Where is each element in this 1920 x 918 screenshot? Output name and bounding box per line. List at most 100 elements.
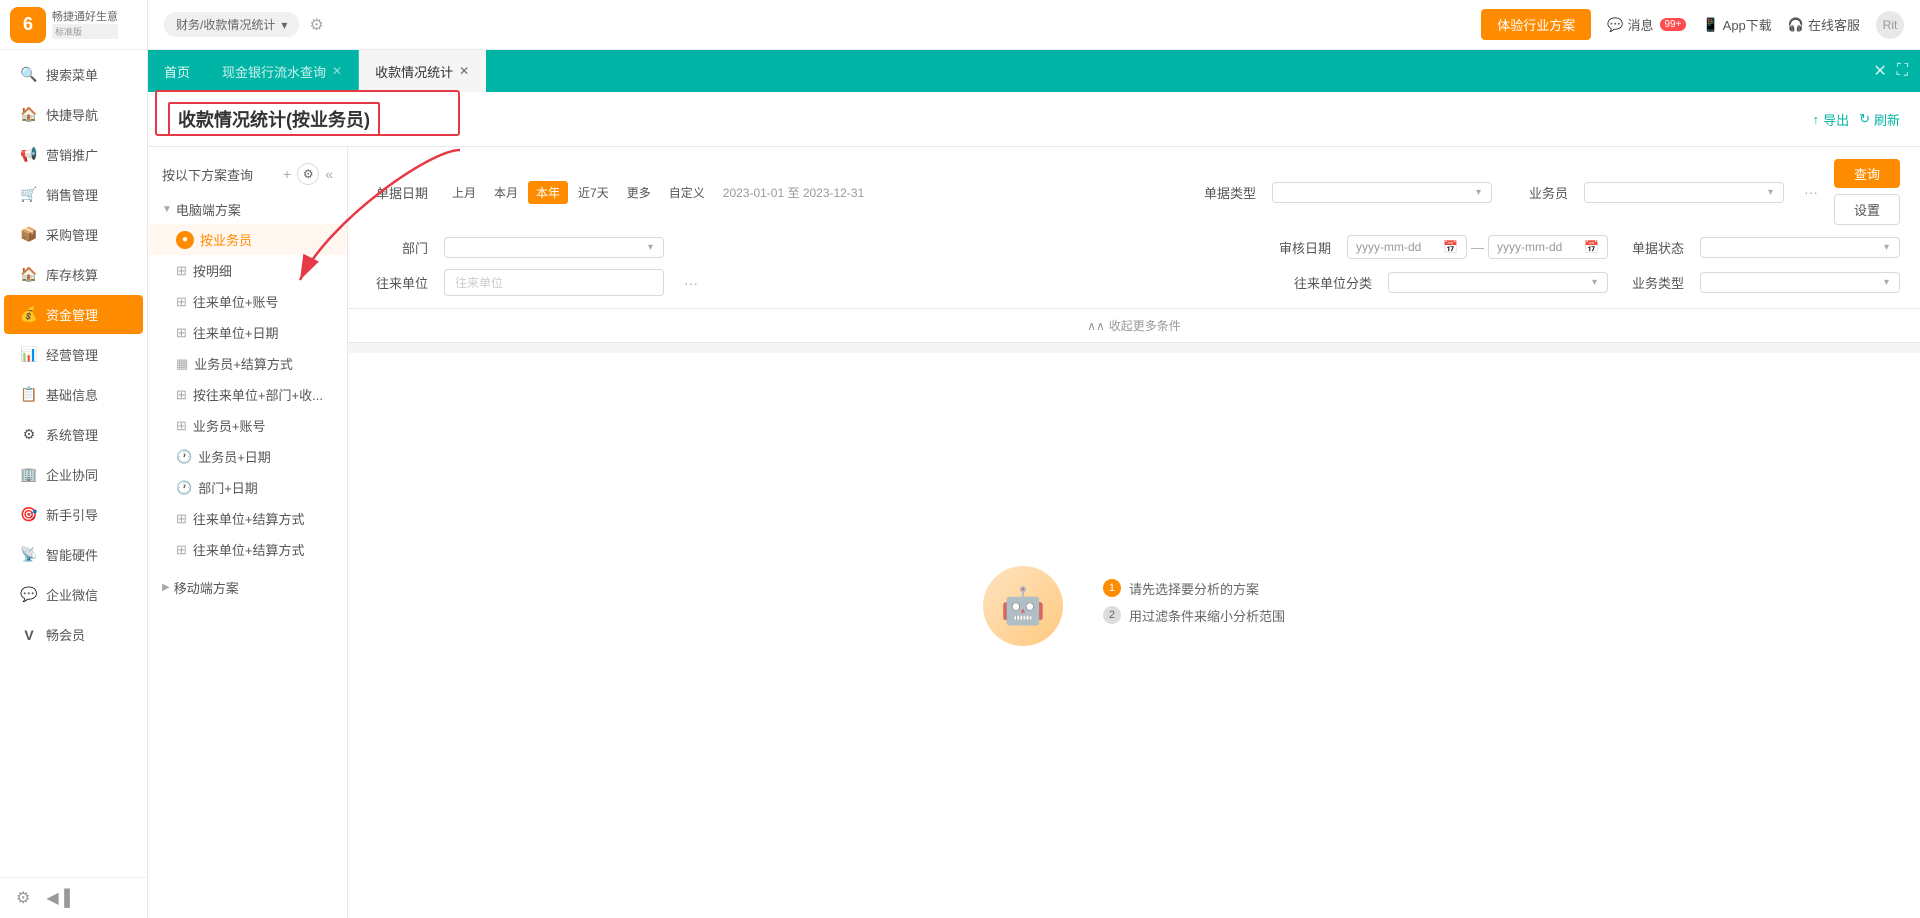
collapse-panel-icon[interactable]: « [325, 166, 333, 182]
app-download-button[interactable]: 📱 App下载 [1702, 15, 1771, 34]
sidebar-item-quick-nav[interactable]: 🏠 快捷导航 [4, 95, 143, 134]
tab-close-all-icon[interactable]: ✕ [1873, 61, 1886, 81]
review-date-start[interactable]: yyyy-mm-dd 📅 [1347, 235, 1467, 259]
system-icon: ⚙ [20, 426, 38, 443]
dept-date-icon: 🕐 [176, 480, 192, 496]
settings-button[interactable]: 设置 [1834, 194, 1900, 225]
bill-status-select[interactable]: ▾ [1700, 237, 1900, 258]
review-start-placeholder: yyyy-mm-dd [1356, 240, 1421, 254]
sidebar-item-wechat[interactable]: 💬 企业微信 [4, 575, 143, 614]
download-icon: 📱 [1702, 17, 1718, 33]
topbar-settings-icon[interactable]: ⚙ [309, 15, 323, 35]
date-tab-this-month[interactable]: 本月 [486, 181, 526, 204]
settings-bottom-icon[interactable]: ⚙ [16, 888, 30, 908]
sidebar-item-label: 系统管理 [46, 425, 98, 444]
tree-item-unit-settlement2[interactable]: ⊞ 往来单位+结算方式 [148, 534, 347, 565]
review-date-group: yyyy-mm-dd 📅 — yyyy-mm-dd 📅 [1347, 235, 1608, 259]
sidebar-item-sales[interactable]: 🛒 销售管理 [4, 175, 143, 214]
sidebar-item-label: 销售管理 [46, 185, 98, 204]
sidebar-item-marketing[interactable]: 📢 营销推广 [4, 135, 143, 174]
tree-item-unit-account[interactable]: ⊞ 往来单位+账号 [148, 286, 347, 317]
finance-icon: 💰 [20, 306, 38, 323]
review-date-end[interactable]: yyyy-mm-dd 📅 [1488, 235, 1608, 259]
collapse-bar[interactable]: ∧∧ 收起更多条件 [348, 309, 1920, 343]
biz-type-select[interactable]: ▾ [1700, 272, 1900, 293]
operation-icon: 📊 [20, 346, 38, 363]
sidebar-item-enterprise[interactable]: 🏢 企业协同 [4, 455, 143, 494]
sidebar-item-system[interactable]: ⚙ 系统管理 [4, 415, 143, 454]
sidebar-item-inventory[interactable]: 🏠 库存核算 [4, 255, 143, 294]
tree-item-label: 往来单位+日期 [193, 323, 279, 342]
page-title: 收款情况统计(按业务员) [168, 102, 380, 136]
staff-more-icon[interactable]: ··· [1804, 184, 1818, 200]
online-service-button[interactable]: 🎧 在线客服 [1788, 15, 1860, 34]
main-area: 财务/收款情况统计 ▾ ⚙ 体验行业方案 💬 消息 99+ 📱 App下载 🎧 … [148, 0, 1920, 918]
export-button[interactable]: ↑ 导出 [1813, 110, 1850, 129]
content-body: 按以下方案查询 + ⚙ « ▼ 电脑端方案 ● 按业务员 [148, 147, 1920, 918]
user-avatar[interactable]: Rit [1876, 11, 1904, 39]
sidebar-item-finance[interactable]: 💰 资金管理 [4, 295, 143, 334]
tree-item-unit-date[interactable]: ⊞ 往来单位+日期 [148, 317, 347, 348]
date-tab-last-month[interactable]: 上月 [444, 181, 484, 204]
tree-item-dept-date[interactable]: 🕐 部门+日期 [148, 472, 347, 503]
sidebar-item-label: 基础信息 [46, 385, 98, 404]
sidebar-item-guide[interactable]: 🎯 新手引导 [4, 495, 143, 534]
tree-arrow-mobile: ▶ [162, 582, 170, 593]
tree-item-staff-settlement[interactable]: ▦ 业务员+结算方式 [148, 348, 347, 379]
message-icon: 💬 [1607, 17, 1623, 33]
tree-item-unit-dept[interactable]: ⊞ 按往来单位+部门+收... [148, 379, 347, 410]
message-button[interactable]: 💬 消息 99+ [1607, 15, 1686, 34]
tab-home[interactable]: 首页 [148, 62, 206, 81]
sidebar-item-smart-hw[interactable]: 📡 智能硬件 [4, 535, 143, 574]
sidebar-item-member[interactable]: V 畅会员 [4, 615, 143, 654]
dept-select[interactable]: ▾ [444, 237, 664, 258]
tree-item-staff-date[interactable]: 🕐 业务员+日期 [148, 441, 347, 472]
calendar-end-icon: 📅 [1584, 240, 1599, 254]
refresh-button[interactable]: ↻ 刷新 [1859, 110, 1900, 129]
panel-header-icons: + ⚙ « [283, 163, 333, 185]
bill-type-select[interactable]: ▾ [1272, 182, 1492, 203]
tree-item-by-staff[interactable]: ● 按业务员 [148, 224, 347, 255]
sidebar-item-basic[interactable]: 📋 基础信息 [4, 375, 143, 414]
sidebar-footer: ⚙ ◀▐ [0, 877, 147, 918]
tab-bank-close[interactable]: ✕ [332, 64, 342, 78]
partner-more-icon[interactable]: ··· [684, 275, 698, 291]
query-button[interactable]: 查询 [1834, 159, 1900, 188]
date-tab-custom[interactable]: 自定义 [661, 181, 713, 204]
tree-item-staff-account[interactable]: ⊞ 业务员+账号 [148, 410, 347, 441]
staff-settlement-icon: ▦ [176, 356, 188, 372]
sidebar-item-purchase[interactable]: 📦 采购管理 [4, 215, 143, 254]
scheme-settings-icon[interactable]: ⚙ [297, 163, 319, 185]
wechat-icon: 💬 [20, 586, 38, 603]
tree-item-by-detail[interactable]: ⊞ 按明细 [148, 255, 347, 286]
partner-input[interactable]: 往来单位 [444, 269, 664, 296]
collapse-arrow-icon: ∧∧ [1087, 319, 1105, 333]
tree-item-label: 业务员+账号 [193, 416, 266, 435]
tree-parent-pc[interactable]: ▼ 电脑端方案 [148, 195, 347, 224]
tree-item-label: 按业务员 [200, 230, 252, 249]
bill-type-label: 单据类型 [1196, 183, 1256, 202]
date-tab-more[interactable]: 更多 [619, 181, 659, 204]
add-scheme-icon[interactable]: + [283, 166, 291, 182]
date-tab-7days[interactable]: 近7天 [570, 181, 617, 204]
date-tab-this-year[interactable]: 本年 [528, 181, 568, 204]
tree-item-unit-settlement1[interactable]: ⊞ 往来单位+结算方式 [148, 503, 347, 534]
tab-receipt-close[interactable]: ✕ [459, 64, 469, 78]
service-icon: 🎧 [1788, 17, 1804, 33]
collapse-sidebar-icon[interactable]: ◀▐ [46, 888, 70, 908]
partner-category-select[interactable]: ▾ [1388, 272, 1608, 293]
sidebar-item-search[interactable]: 🔍 搜索菜单 [4, 55, 143, 94]
tab-bank[interactable]: 现金银行流水查询 ✕ [206, 50, 359, 92]
tree-parent-mobile[interactable]: ▶ 移动端方案 [148, 573, 347, 602]
message-badge: 99+ [1660, 18, 1687, 31]
tab-fullscreen-icon[interactable]: ⛶ [1897, 62, 1908, 80]
sidebar-item-operation[interactable]: 📊 经营管理 [4, 335, 143, 374]
top-header: 财务/收款情况统计 ▾ ⚙ 体验行业方案 💬 消息 99+ 📱 App下载 🎧 … [148, 0, 1920, 50]
trial-button[interactable]: 体验行业方案 [1481, 9, 1591, 40]
step-2-text: 用过滤条件来缩小分析范围 [1129, 606, 1285, 625]
tab-receipt[interactable]: 收款情况统计 ✕ [359, 50, 486, 92]
sidebar-item-label: 库存核算 [46, 265, 98, 284]
unit-date-icon: ⊞ [176, 325, 187, 341]
app-download-label: App下载 [1723, 15, 1772, 34]
staff-select[interactable]: ▾ [1584, 182, 1784, 203]
